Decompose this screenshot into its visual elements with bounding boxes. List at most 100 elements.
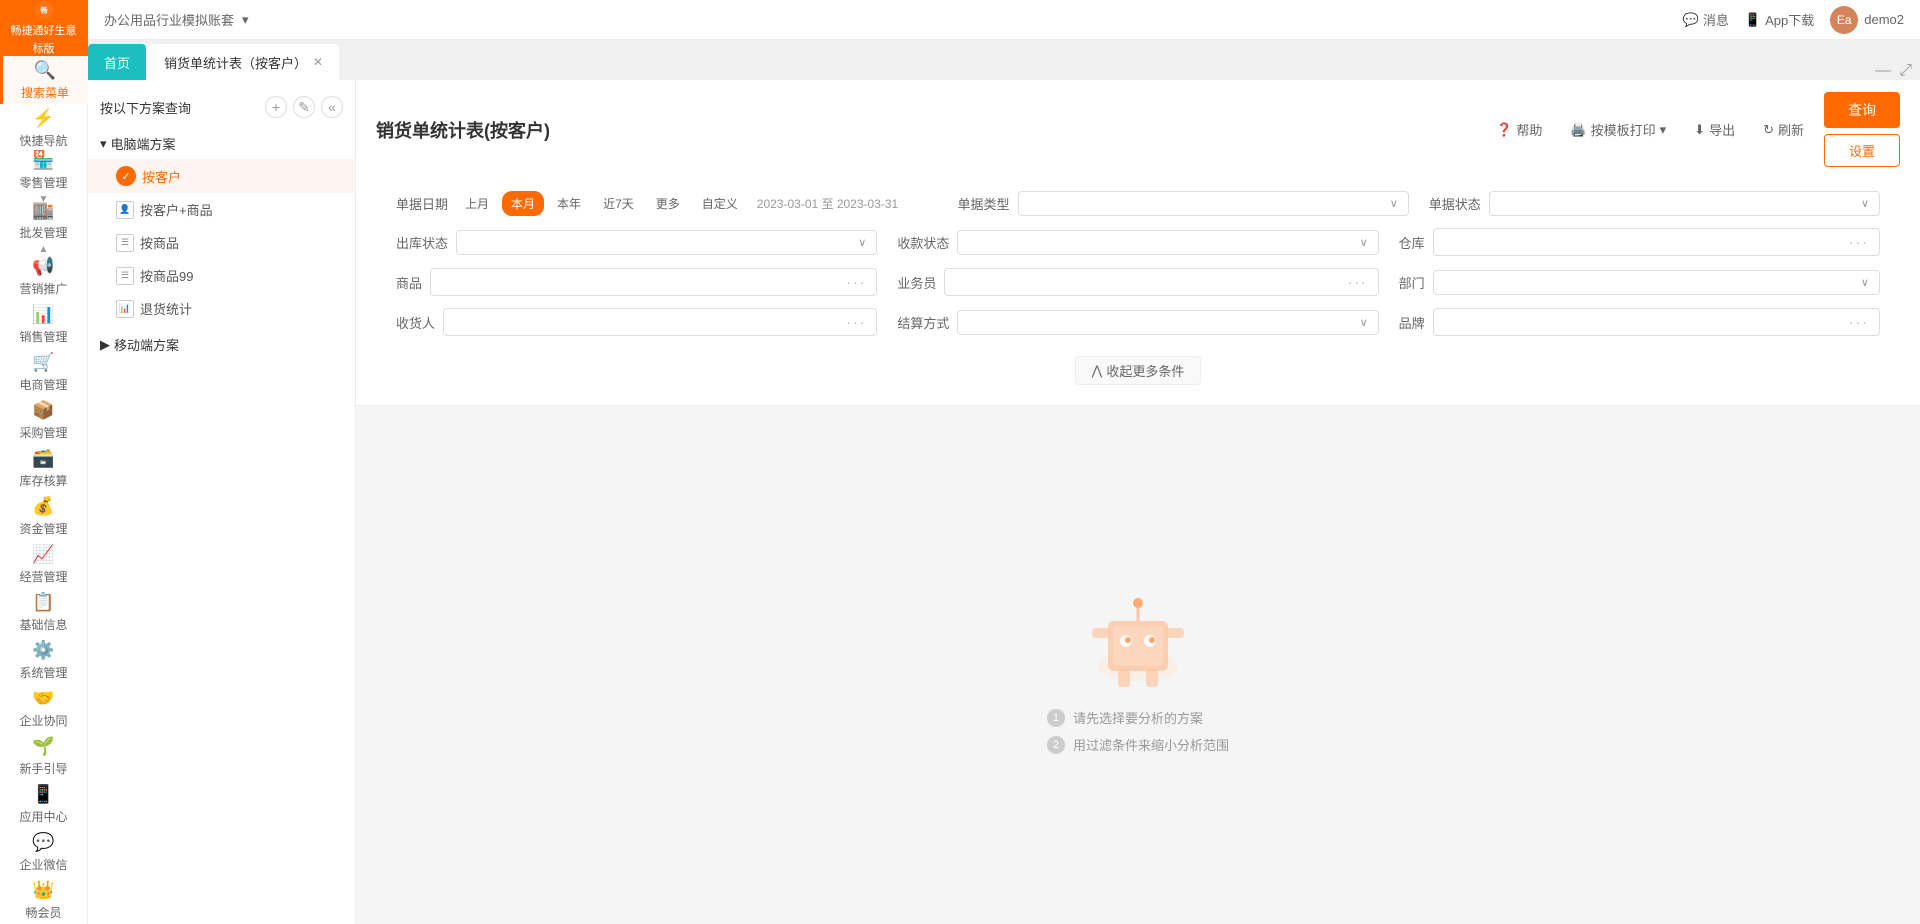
scheme-item-return-stats[interactable]: 📊 退货统计 bbox=[88, 292, 355, 325]
industry-selector[interactable]: 办公用品行业模拟账套 ▾ bbox=[104, 10, 249, 29]
retail-icon: 🏪 bbox=[32, 150, 54, 171]
print-btn[interactable]: 🖨️ 按模板打印 ▾ bbox=[1562, 116, 1674, 143]
sidebar-item-wholesale[interactable]: 🏬 批发管理 ▲ bbox=[0, 202, 88, 252]
sidebar-item-ecommerce[interactable]: 🛒 电商管理 bbox=[0, 348, 88, 396]
user-profile[interactable]: Ea demo2 bbox=[1830, 6, 1904, 34]
help-btn[interactable]: ❓ 帮助 bbox=[1488, 116, 1550, 143]
date-btn-thisyear[interactable]: 本年 bbox=[548, 191, 590, 216]
settings-button[interactable]: 设置 bbox=[1824, 134, 1900, 167]
by-customer-label: 按客户 bbox=[142, 167, 181, 186]
receiver-input[interactable]: ··· bbox=[443, 308, 877, 336]
sidebar-item-basics[interactable]: 📋 基础信息 bbox=[0, 588, 88, 636]
staff-filter: 业务员 ··· bbox=[897, 268, 1378, 296]
export-icon: ⬇ bbox=[1694, 122, 1705, 138]
date-btn-custom[interactable]: 自定义 bbox=[693, 191, 747, 216]
out-status-input[interactable]: ∨ bbox=[456, 230, 877, 255]
app-download-label: App下载 bbox=[1765, 10, 1814, 29]
app-download-btn[interactable]: 📱 App下载 bbox=[1745, 10, 1814, 29]
dept-label: 部门 bbox=[1399, 273, 1425, 292]
scheme-item-by-product-99[interactable]: ☰ 按商品99 bbox=[88, 259, 355, 292]
receive-status-input[interactable]: ∨ bbox=[957, 230, 1378, 255]
edit-icon: ✎ bbox=[298, 99, 310, 116]
left-panel: 按以下方案查询 + ✎ « ▾ 电脑端方案 bbox=[88, 80, 356, 924]
bill-type-input[interactable]: ∨ bbox=[1018, 191, 1409, 216]
sidebar-item-system[interactable]: ⚙️ 系统管理 bbox=[0, 636, 88, 684]
brand-filter: 品牌 ··· bbox=[1399, 308, 1880, 336]
message-icon: 💬 bbox=[1683, 12, 1699, 28]
date-btn-lastmonth[interactable]: 上月 bbox=[456, 191, 498, 216]
sidebar-item-sales[interactable]: 📊 销售管理 bbox=[0, 300, 88, 348]
sidebar-item-inventory[interactable]: 🗃️ 库存核算 bbox=[0, 444, 88, 492]
sidebar-marketing-label: 营销推广 bbox=[19, 280, 67, 297]
sidebar-item-purchase[interactable]: 📦 采购管理 bbox=[0, 396, 88, 444]
message-btn[interactable]: 💬 消息 bbox=[1683, 10, 1729, 29]
query-button[interactable]: 查询 bbox=[1824, 92, 1900, 128]
sidebar-item-enterprise[interactable]: 🤝 企业协同 bbox=[0, 684, 88, 732]
product-input[interactable]: ··· bbox=[430, 268, 877, 296]
warehouse-input[interactable]: ··· bbox=[1433, 228, 1880, 256]
return-stats-label: 退货统计 bbox=[140, 299, 192, 318]
brand-input[interactable]: ··· bbox=[1433, 308, 1880, 336]
sidebar-item-wechat[interactable]: 💬 企业微信 bbox=[0, 828, 88, 876]
bill-status-input[interactable]: ∨ bbox=[1489, 191, 1880, 216]
tab-minimize-btn[interactable]: — bbox=[1875, 62, 1891, 80]
sidebar-item-newbie[interactable]: 🌱 新手引导 bbox=[0, 732, 88, 780]
date-btn-more[interactable]: 更多 bbox=[647, 191, 689, 216]
sidebar-item-operations[interactable]: 📈 经营管理 bbox=[0, 540, 88, 588]
appcenter-icon: 📱 bbox=[32, 784, 54, 805]
user-name: demo2 bbox=[1864, 12, 1904, 27]
tab-sales-stats[interactable]: 销货单统计表（按客户） ✕ bbox=[148, 44, 339, 80]
out-status-label: 出库状态 bbox=[396, 233, 448, 252]
sidebar-system-label: 系统管理 bbox=[19, 664, 67, 681]
sidebar-basics-label: 基础信息 bbox=[19, 616, 67, 633]
tab-home[interactable]: 首页 bbox=[88, 44, 146, 80]
staff-input[interactable]: ··· bbox=[944, 268, 1378, 296]
desktop-section-label[interactable]: ▾ 电脑端方案 bbox=[88, 128, 355, 159]
dept-filter: 部门 ∨ bbox=[1399, 270, 1880, 295]
basics-icon: 📋 bbox=[32, 592, 54, 613]
add-scheme-btn[interactable]: + bbox=[265, 96, 287, 118]
refresh-btn[interactable]: ↻ 刷新 bbox=[1755, 116, 1812, 143]
scheme-item-by-product[interactable]: ☰ 按商品 bbox=[88, 226, 355, 259]
sidebar-item-search[interactable]: 🔍 搜索菜单 bbox=[0, 56, 88, 104]
date-btn-thismonth[interactable]: 本月 bbox=[502, 191, 544, 216]
receiver-dots: ··· bbox=[846, 314, 866, 330]
mobile-section-label[interactable]: ▶ 移动端方案 bbox=[88, 329, 355, 360]
date-btn-7days[interactable]: 近7天 bbox=[594, 191, 643, 216]
system-icon: ⚙️ bbox=[32, 640, 54, 661]
bill-status-arrow: ∨ bbox=[1861, 197, 1869, 210]
tab-maximize-btn[interactable]: ⤢ bbox=[1899, 62, 1912, 80]
dept-input[interactable]: ∨ bbox=[1433, 270, 1880, 295]
export-label: 导出 bbox=[1709, 120, 1735, 139]
mobile-triangle-icon: ▶ bbox=[100, 337, 110, 353]
desktop-label-text: 电脑端方案 bbox=[111, 134, 176, 153]
collapse-panel-btn[interactable]: « bbox=[321, 96, 343, 118]
filter-area: 单据日期 上月 本月 本年 近7天 更多 自定义 20 bbox=[376, 179, 1900, 405]
staff-dots: ··· bbox=[1348, 274, 1368, 290]
edit-scheme-btn[interactable]: ✎ bbox=[293, 96, 315, 118]
top-header: 办公用品行业模拟账套 ▾ 💬 消息 📱 App下载 Ea demo2 bbox=[88, 0, 1920, 40]
query-settings-group: 查询 设置 bbox=[1824, 92, 1900, 167]
tip-2-text: 用过滤条件来缩小分析范围 bbox=[1073, 735, 1229, 754]
scheme-item-by-customer[interactable]: ✓ 按客户 bbox=[88, 159, 355, 193]
receive-status-arrow: ∨ bbox=[1360, 236, 1368, 249]
sidebar-item-quicknav[interactable]: ⚡ 快捷导航 bbox=[0, 104, 88, 152]
sidebar-item-retail[interactable]: 🏪 零售管理 ▼ bbox=[0, 152, 88, 202]
sidebar-member-label: 畅会员 bbox=[25, 904, 61, 921]
header-actions: 💬 消息 📱 App下载 Ea demo2 bbox=[1683, 6, 1904, 34]
sales-icon: 📊 bbox=[32, 304, 54, 325]
settlement-input[interactable]: ∨ bbox=[957, 310, 1378, 335]
export-btn[interactable]: ⬇ 导出 bbox=[1686, 116, 1743, 143]
sidebar-item-marketing[interactable]: 📢 营销推广 bbox=[0, 252, 88, 300]
sidebar-item-finance[interactable]: 💰 资金管理 bbox=[0, 492, 88, 540]
sidebar-item-member[interactable]: 👑 畅会员 bbox=[0, 876, 88, 924]
receive-status-label: 收款状态 bbox=[897, 233, 949, 252]
tab-close-icon[interactable]: ✕ bbox=[313, 55, 323, 69]
collapse-row: ⋀ 收起更多条件 bbox=[396, 348, 1880, 393]
scheme-item-by-customer-product[interactable]: 👤 按客户+商品 bbox=[88, 193, 355, 226]
date-label: 单据日期 bbox=[396, 194, 448, 213]
logo-icon: 畅 bbox=[26, 0, 62, 20]
sidebar-item-appcenter[interactable]: 📱 应用中心 bbox=[0, 780, 88, 828]
receive-status-filter: 收款状态 ∨ bbox=[897, 230, 1378, 255]
collapse-btn[interactable]: ⋀ 收起更多条件 bbox=[1075, 356, 1202, 385]
